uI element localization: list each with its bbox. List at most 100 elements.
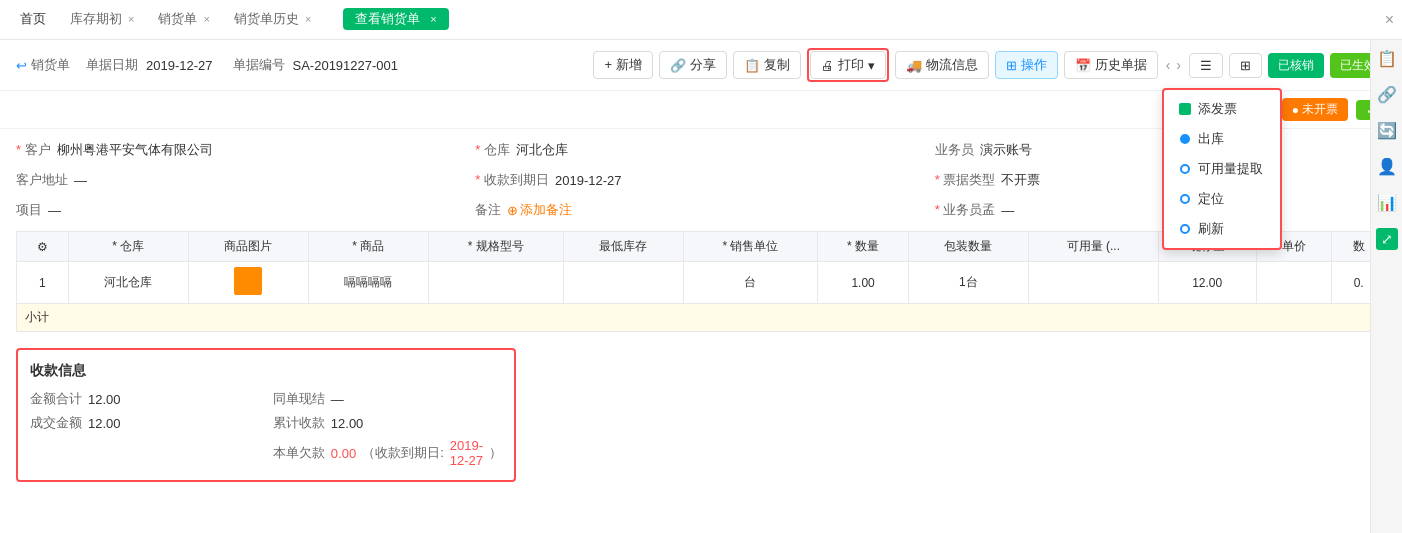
row-spec (428, 262, 563, 304)
address-value: — (74, 173, 87, 188)
logistics-button[interactable]: 🚚 物流信息 (895, 51, 989, 79)
same-order-row: 同单现结 — (273, 390, 502, 408)
operation-icon: ⊞ (1006, 58, 1017, 73)
row-no: 1 (17, 262, 69, 304)
customer-row: 客户 柳州粤港平安气体有限公司 (16, 141, 467, 159)
warehouse-label: 仓库 (475, 141, 510, 159)
amount-row: 金额合计 12.00 (30, 390, 253, 408)
doc-type-badge: ↩ 销货单 (16, 56, 70, 74)
view-toggle-list[interactable]: ☰ (1189, 53, 1223, 78)
print-highlight-wrapper: 🖨 打印 ▾ (807, 48, 889, 82)
tab-inventory[interactable]: 库存期初 × (58, 0, 146, 40)
share-icon: 🔗 (670, 58, 686, 73)
print-button[interactable]: 🖨 打印 ▾ (810, 51, 886, 79)
row-warehouse: 河北仓库 (68, 262, 188, 304)
tab-view-sales[interactable]: 查看销货单 × (331, 0, 460, 40)
product-image (234, 267, 262, 295)
remark-label: 备注 (475, 201, 501, 219)
add-note-button[interactable]: ⊕ 添加备注 (507, 201, 572, 219)
share-button[interactable]: 🔗 分享 (659, 51, 727, 79)
history-button[interactable]: 📅 历史单据 (1064, 51, 1158, 79)
col-min-stock: 最低库存 (563, 232, 683, 262)
tab-inventory-close[interactable]: × (128, 13, 134, 25)
doc-date-label: 单据日期 (86, 56, 138, 74)
project-label: 项目 (16, 201, 42, 219)
owed-end: ） (489, 444, 502, 462)
row-min-stock (563, 262, 683, 304)
col-pkg: 包装数量 (908, 232, 1028, 262)
same-order-value: — (331, 392, 344, 407)
same-order-label: 同单现结 (273, 390, 325, 408)
row-product: 嗝嗝嗝嗝 (308, 262, 428, 304)
sidebar-clipboard-icon[interactable]: 📋 (1377, 48, 1397, 68)
right-sidebar: 📋 🔗 🔄 👤 📊 ⤢ (1370, 40, 1402, 533)
print-dropdown-icon: ▾ (868, 58, 875, 73)
row-unit: 台 (683, 262, 818, 304)
project-row: 项目 — (16, 201, 467, 219)
history-label: 历史单据 (1095, 56, 1147, 74)
not-open-button[interactable]: ● 未开票 (1282, 98, 1348, 121)
tab-sales-history[interactable]: 销货单历史 × (222, 0, 323, 40)
doc-type-label: 销货单 (31, 56, 70, 74)
next-arrow[interactable]: › (1174, 57, 1183, 73)
tab-sales-label: 销货单 (158, 10, 197, 28)
new-button[interactable]: + 新增 (593, 51, 652, 79)
address-row: 客户地址 — (16, 171, 467, 189)
doc-number-label: 单据编号 (233, 56, 285, 74)
row-available (1028, 262, 1158, 304)
not-open-label: 未开票 (1302, 101, 1338, 118)
prev-arrow[interactable]: ‹ (1164, 57, 1173, 73)
refresh-label: 刷新 (1198, 220, 1224, 238)
locate-label: 定位 (1198, 190, 1224, 208)
col-warehouse: * 仓库 (68, 232, 188, 262)
sidebar-chart-icon[interactable]: 📊 (1377, 192, 1397, 212)
payment-due-label: 收款到期日 (475, 171, 549, 189)
view-toggle-grid[interactable]: ⊞ (1229, 53, 1262, 78)
history-icon: 📅 (1075, 58, 1091, 73)
operation-button[interactable]: ⊞ 操作 (995, 51, 1058, 79)
logistics-icon: 🚚 (906, 58, 922, 73)
dropdown-locate[interactable]: 定位 (1164, 184, 1280, 214)
payment-title: 收款信息 (30, 362, 502, 380)
dropdown-refresh[interactable]: 刷新 (1164, 214, 1280, 244)
logistics-label: 物流信息 (926, 56, 978, 74)
sidebar-user-icon[interactable]: 👤 (1377, 156, 1397, 176)
tab-home[interactable]: 首页 (8, 0, 58, 40)
owed-label: 本单欠款 (273, 444, 325, 462)
dropdown-add-invoice[interactable]: 添发票 (1164, 94, 1280, 124)
row-qty: 1.00 (818, 262, 909, 304)
dropdown-outbound[interactable]: 出库 (1164, 124, 1280, 154)
outbound-icon (1178, 132, 1192, 146)
dropdown-available[interactable]: 可用量提取 (1164, 154, 1280, 184)
staff-row: 业务员 演示账号 (935, 141, 1386, 159)
tab-sales[interactable]: 销货单 × (146, 0, 221, 40)
sidebar-expand-icon[interactable]: ⤢ (1376, 228, 1398, 250)
sidebar-link-icon[interactable]: 🔗 (1377, 84, 1397, 104)
col-settings[interactable]: ⚙ (17, 232, 69, 262)
tab-home-label: 首页 (20, 10, 46, 28)
tab-inventory-label: 库存期初 (70, 10, 122, 28)
remark-add-label: 添加备注 (520, 201, 572, 219)
sidebar-sync-icon[interactable]: 🔄 (1377, 120, 1397, 140)
subtotal-label: 小计 (17, 304, 1386, 332)
salesperson-row: 业务员孟 — (935, 201, 1386, 219)
dropdown-menu: 添发票 出库 可用量提取 定位 刷新 (1162, 88, 1282, 250)
transaction-value: 12.00 (88, 416, 121, 431)
tab-sales-close[interactable]: × (203, 13, 209, 25)
tab-view-sales-close[interactable]: × (430, 13, 436, 25)
invoice-label: 票据类型 (935, 171, 996, 189)
col-unit: * 销售单位 (683, 232, 818, 262)
col-product: * 商品 (308, 232, 428, 262)
payment-due-value: 2019-12-27 (555, 173, 622, 188)
print-icon: 🖨 (821, 58, 834, 73)
close-all-button[interactable]: × (1385, 11, 1394, 29)
sold-status-badge: 已核销 (1268, 53, 1324, 78)
tab-sales-history-close[interactable]: × (305, 13, 311, 25)
amount-value: 12.00 (88, 392, 121, 407)
owed-value: 0.00 (331, 446, 356, 461)
row-price (1256, 262, 1332, 304)
owed-date: 2019-12-27 (450, 438, 483, 468)
doc-title-area: ↩ 销货单 单据日期 2019-12-27 单据编号 SA-20191227-0… (16, 56, 398, 74)
not-open-icon: ● (1292, 103, 1299, 117)
copy-button[interactable]: 📋 复制 (733, 51, 801, 79)
